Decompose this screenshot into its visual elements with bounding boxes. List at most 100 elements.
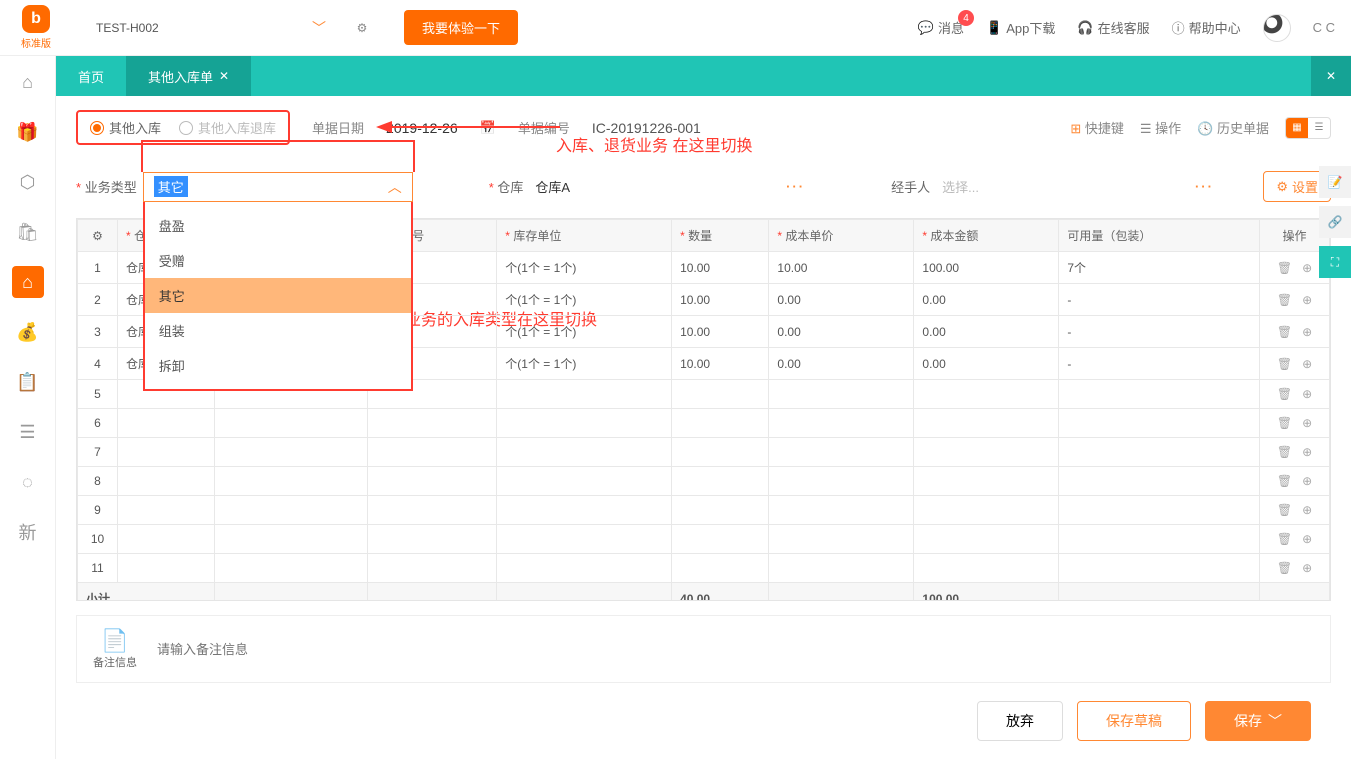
cell-scan[interactable] [215,409,368,438]
table-row[interactable]: 9 🗑 ⊕ [78,496,1330,525]
copy-icon[interactable]: ⊕ [1302,532,1312,546]
cell-amount[interactable] [914,409,1059,438]
warehouse-value[interactable]: 仓库A [535,177,570,196]
cell-price[interactable]: 0.00 [769,316,914,348]
support-link[interactable]: 🎧 在线客服 [1077,18,1149,37]
float-link-icon[interactable]: 🔗 [1319,206,1351,238]
cell-amount[interactable] [914,438,1059,467]
cell-warehouse[interactable] [118,438,215,467]
cell-warehouse[interactable] [118,467,215,496]
copy-icon[interactable]: ⊕ [1302,445,1312,459]
cell-amount[interactable]: 0.00 [914,316,1059,348]
cell-qty[interactable] [672,496,769,525]
cell-price[interactable] [769,409,914,438]
cell-price[interactable] [769,496,914,525]
dropdown-option[interactable]: 组装 [145,313,411,348]
radio-other-in[interactable]: 其他入库 [90,118,161,137]
cell-spec[interactable] [368,467,497,496]
cell-unit[interactable] [497,380,672,409]
cell-warehouse[interactable] [118,409,215,438]
nav-gift-icon[interactable]: 🎁 [12,116,44,148]
delete-icon[interactable]: 🗑 [1277,325,1292,339]
handler-select[interactable]: 选择... [942,177,979,196]
cell-spec[interactable] [368,438,497,467]
cell-spec[interactable] [368,554,497,583]
table-row[interactable]: 7 🗑 ⊕ [78,438,1330,467]
delete-icon[interactable]: 🗑 [1277,261,1292,275]
cell-qty[interactable]: 10.00 [672,348,769,380]
delete-icon[interactable]: 🗑 [1277,474,1292,488]
shortcut-link[interactable]: ⊞ 快捷键 [1070,118,1124,137]
cell-scan[interactable] [215,438,368,467]
radio-other-return[interactable]: 其他入库退库 [179,118,276,137]
nav-new-icon[interactable]: 新 [12,516,44,548]
dropdown-option-selected[interactable]: 其它 [145,278,411,313]
close-all-tabs[interactable]: ✕ [1311,56,1351,96]
remark-input[interactable] [157,642,1314,657]
table-row[interactable]: 6 🗑 ⊕ [78,409,1330,438]
delete-icon[interactable]: 🗑 [1277,503,1292,517]
cell-price[interactable]: 0.00 [769,284,914,316]
cell-scan[interactable] [215,467,368,496]
cell-qty[interactable]: 10.00 [672,316,769,348]
cell-scan[interactable] [215,525,368,554]
cell-qty[interactable] [672,438,769,467]
dropdown-option[interactable]: 盘盈 [145,208,411,243]
cell-unit[interactable]: 个(1个 = 1个) [497,316,672,348]
try-button[interactable]: 我要体验一下 [404,10,518,45]
nav-list-icon[interactable]: ☰ [12,416,44,448]
cell-unit[interactable]: 个(1个 = 1个) [497,284,672,316]
cell-qty[interactable] [672,409,769,438]
cell-unit[interactable]: 个(1个 = 1个) [497,348,672,380]
cell-amount[interactable] [914,525,1059,554]
nav-house-icon[interactable]: ⬡ [12,166,44,198]
delete-icon[interactable]: 🗑 [1277,357,1292,371]
view-grid-icon[interactable]: ▦ [1286,118,1308,138]
help-link[interactable]: ⓘ 帮助中心 [1172,18,1241,37]
messages-link[interactable]: 💬 消息 4 [918,18,964,37]
dropdown-option[interactable]: 拆卸 [145,348,411,383]
copy-icon[interactable]: ⊕ [1302,387,1312,401]
cell-price[interactable] [769,554,914,583]
save-draft-button[interactable]: 保存草稿 [1077,701,1191,741]
table-row[interactable]: 10 🗑 ⊕ [78,525,1330,554]
cell-qty[interactable] [672,467,769,496]
history-link[interactable]: 🕓 历史单据 [1197,118,1269,137]
cell-scan[interactable] [215,554,368,583]
cell-qty[interactable] [672,380,769,409]
cell-amount[interactable]: 100.00 [914,252,1059,284]
cell-amount[interactable] [914,467,1059,496]
nav-cycle-icon[interactable]: ◌ [12,466,44,498]
cell-price[interactable]: 10.00 [769,252,914,284]
table-row[interactable]: 11 🗑 ⊕ [78,554,1330,583]
table-row[interactable]: 8 🗑 ⊕ [78,467,1330,496]
close-icon[interactable]: ✕ [219,69,229,83]
biztype-select[interactable]: 其它 ︿ [143,172,413,202]
cell-qty[interactable]: 10.00 [672,284,769,316]
cell-spec[interactable] [368,525,497,554]
cell-unit[interactable] [497,496,672,525]
settings-gear-icon[interactable]: ⚙ [348,14,376,42]
view-list-icon[interactable]: ☰ [1308,118,1330,138]
cell-spec[interactable] [368,496,497,525]
cell-qty[interactable] [672,554,769,583]
header-gear[interactable]: ⚙ [78,220,118,252]
cell-price[interactable]: 0.00 [769,348,914,380]
more-icon[interactable]: ··· [786,179,805,194]
cell-unit[interactable]: 个(1个 = 1个) [497,252,672,284]
nav-home-icon[interactable]: ⌂ [12,66,44,98]
logo[interactable]: b 标准版 [16,5,56,50]
cell-qty[interactable]: 10.00 [672,252,769,284]
tab-current[interactable]: 其他入库单 ✕ [126,56,251,96]
delete-icon[interactable]: 🗑 [1277,561,1292,575]
nav-clipboard-icon[interactable]: 📋 [12,366,44,398]
cell-price[interactable] [769,438,914,467]
delete-icon[interactable]: 🗑 [1277,445,1292,459]
cell-scan[interactable] [215,496,368,525]
tab-home[interactable]: 首页 [56,56,126,96]
dropdown-option[interactable]: 受赠 [145,243,411,278]
ops-link[interactable]: ☰ 操作 [1140,118,1181,137]
more-icon[interactable]: ··· [1195,179,1214,194]
cell-amount[interactable] [914,380,1059,409]
copy-icon[interactable]: ⊕ [1302,293,1312,307]
